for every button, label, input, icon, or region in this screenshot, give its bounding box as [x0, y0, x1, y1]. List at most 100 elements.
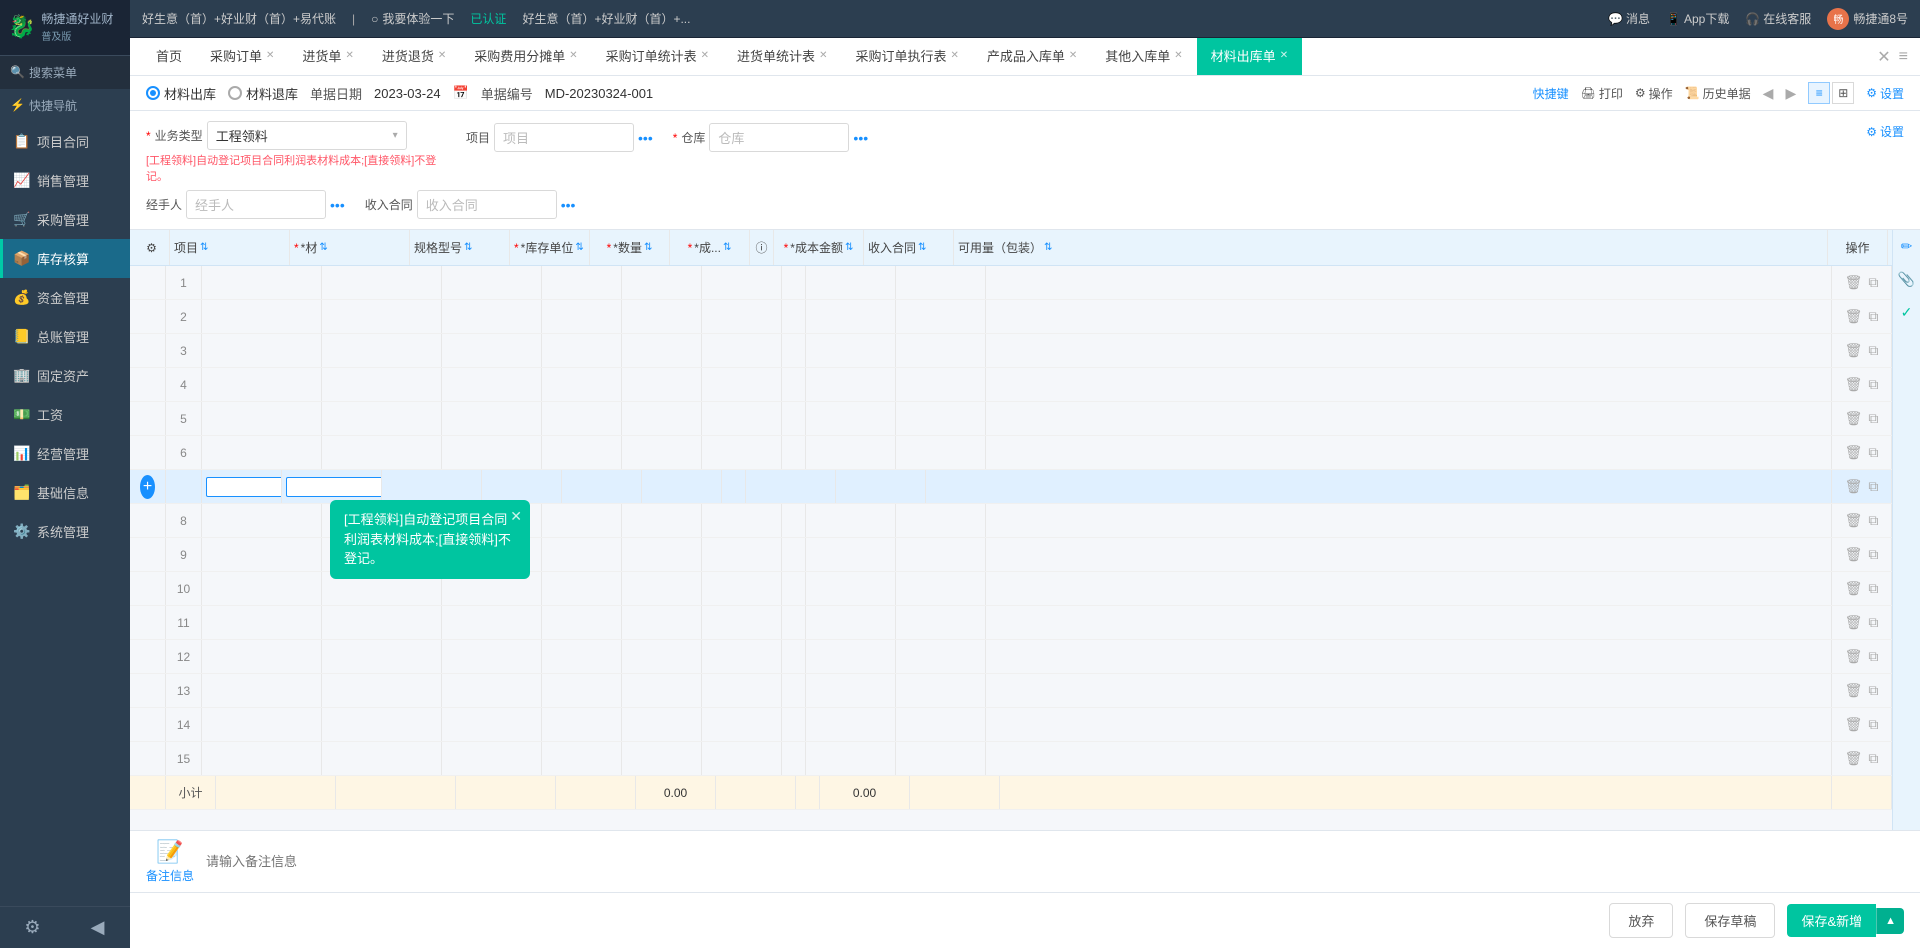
tooltip-close[interactable]: ✕ — [510, 506, 522, 527]
view-list-btn[interactable]: ≡ — [1808, 82, 1830, 104]
nav-tab-stock-in[interactable]: 进货单 ✕ — [288, 38, 367, 76]
copy-row-14[interactable]: ⧉ — [1868, 716, 1878, 733]
save-draft-button[interactable]: 保存草稿 — [1685, 903, 1775, 938]
abandon-button[interactable]: 放弃 — [1609, 903, 1673, 938]
copy-row-3[interactable]: ⧉ — [1868, 342, 1878, 359]
delete-row-10[interactable]: 🗑 — [1845, 580, 1863, 597]
delete-row-14[interactable]: 🗑 — [1845, 716, 1863, 733]
handler-input[interactable]: 经手人 — [186, 190, 326, 219]
copy-row-1[interactable]: ⧉ — [1868, 274, 1878, 291]
nav-tab-stock-return[interactable]: 进货退货 ✕ — [368, 38, 460, 76]
print-button[interactable]: 🖨 打印 — [1581, 85, 1623, 102]
collapse-button[interactable]: ◀ — [65, 907, 130, 948]
close-other-in[interactable]: ✕ — [1174, 50, 1182, 61]
copy-row-4[interactable]: ⧉ — [1868, 376, 1878, 393]
copy-row-8[interactable]: ⧉ — [1868, 512, 1878, 529]
income-contract-dots[interactable]: ••• — [561, 197, 576, 213]
nav-tab-purchase-exec[interactable]: 采购订单执行表 ✕ — [841, 38, 972, 76]
close-purchase-expense[interactable]: ✕ — [569, 50, 577, 61]
right-attach-icon[interactable]: 📎 — [1894, 267, 1919, 292]
form-settings-btn[interactable]: ⚙ 设置 — [1866, 123, 1904, 140]
sidebar-item-inventory[interactable]: 📦 库存核算 — [0, 239, 130, 278]
sort-material[interactable]: ⇅ — [319, 242, 327, 253]
delete-row-2[interactable]: 🗑 — [1845, 308, 1863, 325]
close-purchase-stat[interactable]: ✕ — [701, 50, 709, 61]
sidebar-search[interactable]: 🔍 搜索菜单 — [0, 56, 130, 89]
nav-tab-purchase-stat[interactable]: 采购订单统计表 ✕ — [592, 38, 723, 76]
settings-btn[interactable]: ⚙ 设置 — [1866, 85, 1904, 102]
delete-row-15[interactable]: 🗑 — [1845, 750, 1863, 767]
delete-row-9[interactable]: 🗑 — [1845, 546, 1863, 563]
sort-avail[interactable]: ⇅ — [1044, 242, 1052, 253]
header-experience[interactable]: ○ 我要体验一下 — [371, 10, 454, 27]
online-service-button[interactable]: 🎧 在线客服 — [1745, 10, 1811, 27]
project-input[interactable]: 项目 — [494, 123, 634, 152]
copy-row-5[interactable]: ⧉ — [1868, 410, 1878, 427]
radio-out[interactable]: 材料出库 — [146, 84, 216, 103]
sidebar-item-basic[interactable]: 🗂️ 基础信息 — [0, 473, 130, 512]
add-row-button[interactable]: + — [140, 475, 155, 499]
copy-row-11[interactable]: ⧉ — [1868, 614, 1878, 631]
radio-return[interactable]: 材料退库 — [228, 84, 298, 103]
warehouse-dots[interactable]: ••• — [853, 130, 868, 146]
close-purchase-exec[interactable]: ✕ — [950, 50, 958, 61]
history-button[interactable]: 📜 历史单据 — [1685, 85, 1751, 102]
copy-row-12[interactable]: ⧉ — [1868, 648, 1878, 665]
calendar-icon[interactable]: 📅 — [453, 85, 469, 101]
close-material-out[interactable]: ✕ — [1280, 50, 1288, 61]
delete-row-1[interactable]: 🗑 — [1845, 274, 1863, 291]
sidebar-item-project[interactable]: 📋 项目合同 — [0, 122, 130, 161]
delete-row-3[interactable]: 🗑 — [1845, 342, 1863, 359]
right-edit-icon[interactable]: ✏ — [1897, 234, 1917, 259]
business-type-input[interactable]: 工程领料 ▾ — [207, 121, 407, 150]
copy-row-9[interactable]: ⧉ — [1868, 546, 1878, 563]
nav-tab-product-in[interactable]: 产成品入库单 ✕ — [973, 38, 1091, 76]
sort-contract[interactable]: ⇅ — [918, 242, 926, 253]
sidebar-item-sales[interactable]: 📈 销售管理 — [0, 161, 130, 200]
sidebar-item-assets[interactable]: 🏢 固定资产 — [0, 356, 130, 395]
sort-spec[interactable]: ⇅ — [464, 242, 472, 253]
close-stock-stat[interactable]: ✕ — [819, 50, 827, 61]
warehouse-input[interactable]: 仓库 — [709, 123, 849, 152]
operations-button[interactable]: ⚙ 操作 — [1635, 85, 1673, 102]
sidebar-item-salary[interactable]: 💵 工资 — [0, 395, 130, 434]
id-value[interactable]: MD-20230324-001 — [545, 86, 653, 101]
delete-row-11[interactable]: 🗑 — [1845, 614, 1863, 631]
copy-row-10[interactable]: ⧉ — [1868, 580, 1878, 597]
delete-add-row[interactable]: 🗑 — [1845, 478, 1863, 495]
sort-project[interactable]: ⇅ — [200, 242, 208, 253]
sidebar-item-ops[interactable]: 📊 经营管理 — [0, 434, 130, 473]
close-all-tabs[interactable]: ✕ — [1877, 47, 1890, 67]
delete-row-12[interactable]: 🗑 — [1845, 648, 1863, 665]
sort-qty[interactable]: ⇅ — [644, 242, 652, 253]
save-new-button[interactable]: 保存&新增 — [1787, 904, 1876, 937]
nav-tab-purchase-order[interactable]: 采购订单 ✕ — [196, 38, 288, 76]
next-button[interactable]: ▶ — [1785, 85, 1796, 102]
nav-tab-home[interactable]: 首页 — [142, 38, 196, 76]
delete-row-4[interactable]: 🗑 — [1845, 376, 1863, 393]
handler-dots[interactable]: ••• — [330, 197, 345, 213]
sidebar-item-system[interactable]: ⚙️ 系统管理 — [0, 512, 130, 551]
nav-tab-other-in[interactable]: 其他入库单 ✕ — [1091, 38, 1196, 76]
copy-row-2[interactable]: ⧉ — [1868, 308, 1878, 325]
sidebar-item-purchase[interactable]: 🛒 采购管理 — [0, 200, 130, 239]
nav-tab-purchase-expense[interactable]: 采购费用分摊单 ✕ — [460, 38, 591, 76]
note-input[interactable] — [206, 854, 1904, 869]
save-new-dropdown[interactable]: ▲ — [1876, 908, 1904, 934]
right-check-icon[interactable]: ✓ — [1897, 300, 1917, 325]
sidebar-item-accounting[interactable]: 📒 总账管理 — [0, 317, 130, 356]
sort-cost[interactable]: ⇅ — [723, 242, 731, 253]
more-tabs[interactable]: ≡ — [1899, 48, 1908, 66]
nav-tab-stock-stat[interactable]: 进货单统计表 ✕ — [723, 38, 841, 76]
close-purchase-order[interactable]: ✕ — [266, 50, 274, 61]
delete-row-8[interactable]: 🗑 — [1845, 512, 1863, 529]
project-dots[interactable]: ••• — [638, 130, 653, 146]
delete-row-13[interactable]: 🗑 — [1845, 682, 1863, 699]
sort-costamt[interactable]: ⇅ — [845, 242, 853, 253]
sidebar-quick-nav[interactable]: ⚡ 快捷导航 — [0, 89, 130, 122]
income-contract-input[interactable]: 收入合同 — [417, 190, 557, 219]
settings-button[interactable]: ⚙ — [0, 907, 65, 948]
close-product-in[interactable]: ✕ — [1069, 50, 1077, 61]
user-profile[interactable]: 畅 畅捷通8号 — [1827, 8, 1908, 30]
app-download-button[interactable]: 📱 App下载 — [1666, 10, 1729, 27]
